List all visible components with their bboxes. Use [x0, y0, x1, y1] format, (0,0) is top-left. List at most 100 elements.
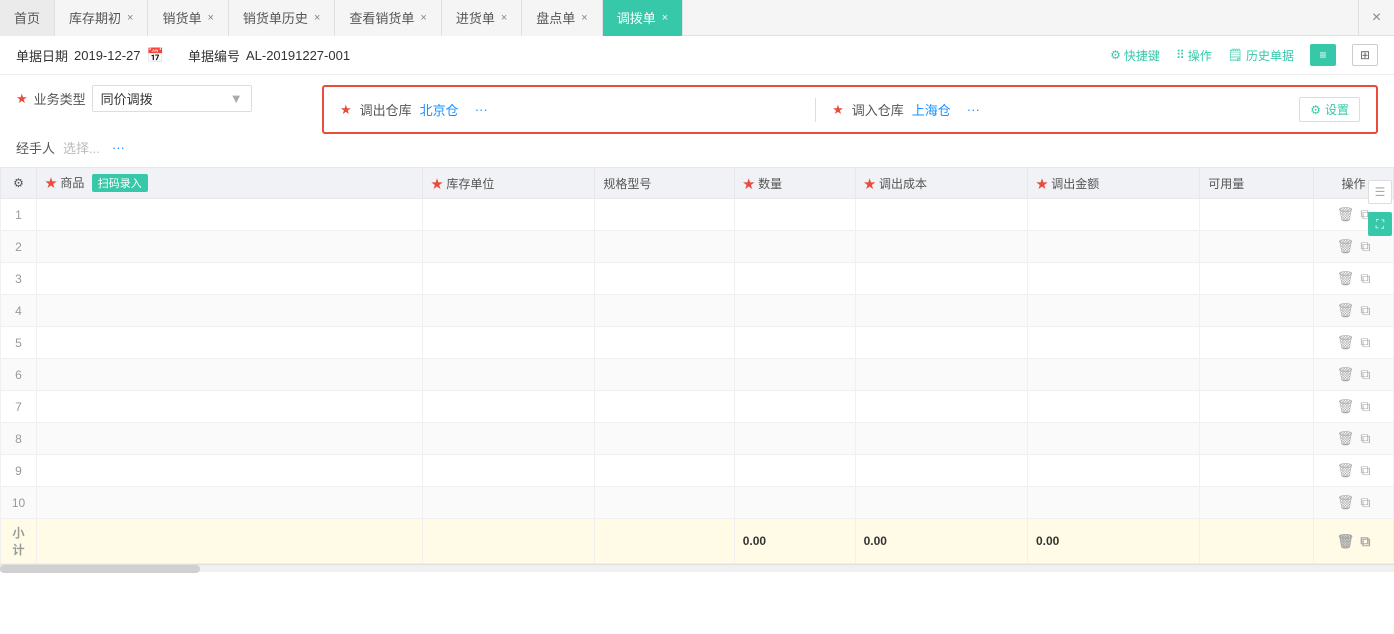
delete-row-btn[interactable]: 🗑 [1337, 366, 1355, 383]
scan-btn[interactable]: 扫码录入 [92, 174, 148, 192]
tab-home[interactable]: 首页 [0, 0, 55, 36]
warehouse-in-value[interactable]: 上海仓 [912, 100, 951, 119]
delete-row-btn[interactable]: 🗑 [1337, 533, 1355, 550]
tab-transfer-order[interactable]: 调拨单 × [603, 0, 683, 36]
delete-row-btn[interactable]: 🗑 [1337, 398, 1355, 415]
tab-sales-history[interactable]: 销货单历史 × [229, 0, 335, 36]
row-amount[interactable] [1027, 359, 1199, 391]
warehouse-out-value[interactable]: 北京仓 [420, 100, 459, 119]
delete-row-btn[interactable]: 🗑 [1337, 270, 1355, 287]
row-cost[interactable] [855, 391, 1027, 423]
row-cost[interactable] [855, 295, 1027, 327]
handler-more-btn[interactable]: ··· [112, 140, 125, 155]
copy-row-btn[interactable]: ⧉ [1360, 398, 1370, 415]
scrollbar-thumb[interactable] [0, 565, 200, 573]
tab-view-sales[interactable]: 查看销货单 × [335, 0, 441, 36]
tab-transfer-order-close[interactable]: × [662, 12, 668, 24]
tab-purchase-order-close[interactable]: × [501, 12, 507, 24]
delete-row-btn[interactable]: 🗑 [1337, 462, 1355, 479]
handler-select[interactable]: 选择... [63, 138, 100, 157]
row-amount[interactable] [1027, 487, 1199, 519]
row-product[interactable] [37, 199, 423, 231]
row-qty[interactable] [734, 391, 855, 423]
row-amount[interactable]: 0.00 [1027, 519, 1199, 564]
row-product[interactable] [37, 519, 423, 564]
settings-button[interactable]: ⚙ 设置 [1299, 97, 1360, 122]
row-product[interactable] [37, 359, 423, 391]
row-amount[interactable] [1027, 423, 1199, 455]
row-product[interactable] [37, 327, 423, 359]
row-cost[interactable] [855, 327, 1027, 359]
shortcut-btn[interactable]: ⚙ 快捷键 [1110, 47, 1160, 64]
tab-inventory-check-close[interactable]: × [581, 12, 587, 24]
tab-inventory-init-close[interactable]: × [127, 12, 133, 24]
row-product[interactable] [37, 423, 423, 455]
tab-inventory-check[interactable]: 盘点单 × [522, 0, 602, 36]
tab-inventory-init[interactable]: 库存期初 × [55, 0, 148, 36]
row-cost[interactable] [855, 487, 1027, 519]
warehouse-in-more-btn[interactable]: ··· [967, 102, 980, 117]
copy-row-btn[interactable]: ⧉ [1360, 494, 1370, 511]
row-qty[interactable] [734, 487, 855, 519]
delete-row-btn[interactable]: 🗑 [1337, 430, 1355, 447]
row-product[interactable] [37, 391, 423, 423]
row-qty[interactable] [734, 263, 855, 295]
copy-row-btn[interactable]: ⧉ [1360, 533, 1370, 550]
row-qty[interactable] [734, 231, 855, 263]
tab-bar-close-btn[interactable]: × [1358, 0, 1394, 36]
list-view-btn[interactable]: ≡ [1310, 44, 1336, 66]
warehouse-out-more-btn[interactable]: ··· [475, 102, 488, 117]
row-amount[interactable] [1027, 327, 1199, 359]
row-qty[interactable] [734, 327, 855, 359]
right-panel-list-btn[interactable]: ☰ [1368, 180, 1392, 204]
delete-row-btn[interactable]: 🗑 [1337, 494, 1355, 511]
tab-sales-order-close[interactable]: × [207, 12, 213, 24]
delete-row-btn[interactable]: 🗑 [1337, 238, 1355, 255]
history-btn[interactable]: 🗒 历史单据 [1228, 47, 1294, 64]
tab-sales-history-close[interactable]: × [314, 12, 320, 24]
row-qty[interactable]: 0.00 [734, 519, 855, 564]
copy-row-btn[interactable]: ⧉ [1360, 430, 1370, 447]
row-amount[interactable] [1027, 263, 1199, 295]
row-cost[interactable] [855, 263, 1027, 295]
row-cost[interactable] [855, 455, 1027, 487]
copy-row-btn[interactable]: ⧉ [1360, 366, 1370, 383]
copy-row-btn[interactable]: ⧉ [1360, 302, 1370, 319]
row-product[interactable] [37, 295, 423, 327]
row-cost[interactable] [855, 423, 1027, 455]
row-product[interactable] [37, 263, 423, 295]
delete-row-btn[interactable]: 🗑 [1337, 206, 1355, 223]
horizontal-scrollbar[interactable] [0, 564, 1394, 572]
right-panel-expand-btn[interactable]: ⛶ [1368, 212, 1392, 236]
row-cost[interactable] [855, 231, 1027, 263]
row-cost[interactable]: 0.00 [855, 519, 1027, 564]
row-product[interactable] [37, 455, 423, 487]
business-type-select[interactable]: 同价调拨 ▼ [92, 85, 252, 112]
row-qty[interactable] [734, 455, 855, 487]
calendar-icon[interactable]: 📅 [147, 47, 164, 64]
row-qty[interactable] [734, 423, 855, 455]
copy-row-btn[interactable]: ⧉ [1360, 238, 1370, 255]
row-cost[interactable] [855, 199, 1027, 231]
row-amount[interactable] [1027, 391, 1199, 423]
tab-view-sales-close[interactable]: × [420, 12, 426, 24]
delete-row-btn[interactable]: 🗑 [1337, 302, 1355, 319]
operation-btn[interactable]: ⠿ 操作 [1176, 47, 1212, 64]
row-amount[interactable] [1027, 455, 1199, 487]
copy-row-btn[interactable]: ⧉ [1360, 270, 1370, 287]
date-value[interactable]: 2019-12-27 [74, 48, 141, 63]
row-qty[interactable] [734, 359, 855, 391]
grid-view-btn[interactable]: ⊞ [1352, 44, 1378, 66]
copy-row-btn[interactable]: ⧉ [1360, 462, 1370, 479]
col-gear[interactable]: ⚙ [1, 168, 37, 199]
row-qty[interactable] [734, 295, 855, 327]
gear-icon[interactable]: ⚙ [13, 176, 24, 190]
row-cost[interactable] [855, 359, 1027, 391]
row-amount[interactable] [1027, 199, 1199, 231]
row-amount[interactable] [1027, 231, 1199, 263]
row-product[interactable] [37, 487, 423, 519]
row-product[interactable] [37, 231, 423, 263]
row-qty[interactable] [734, 199, 855, 231]
copy-row-btn[interactable]: ⧉ [1360, 334, 1370, 351]
tab-sales-order[interactable]: 销货单 × [148, 0, 228, 36]
